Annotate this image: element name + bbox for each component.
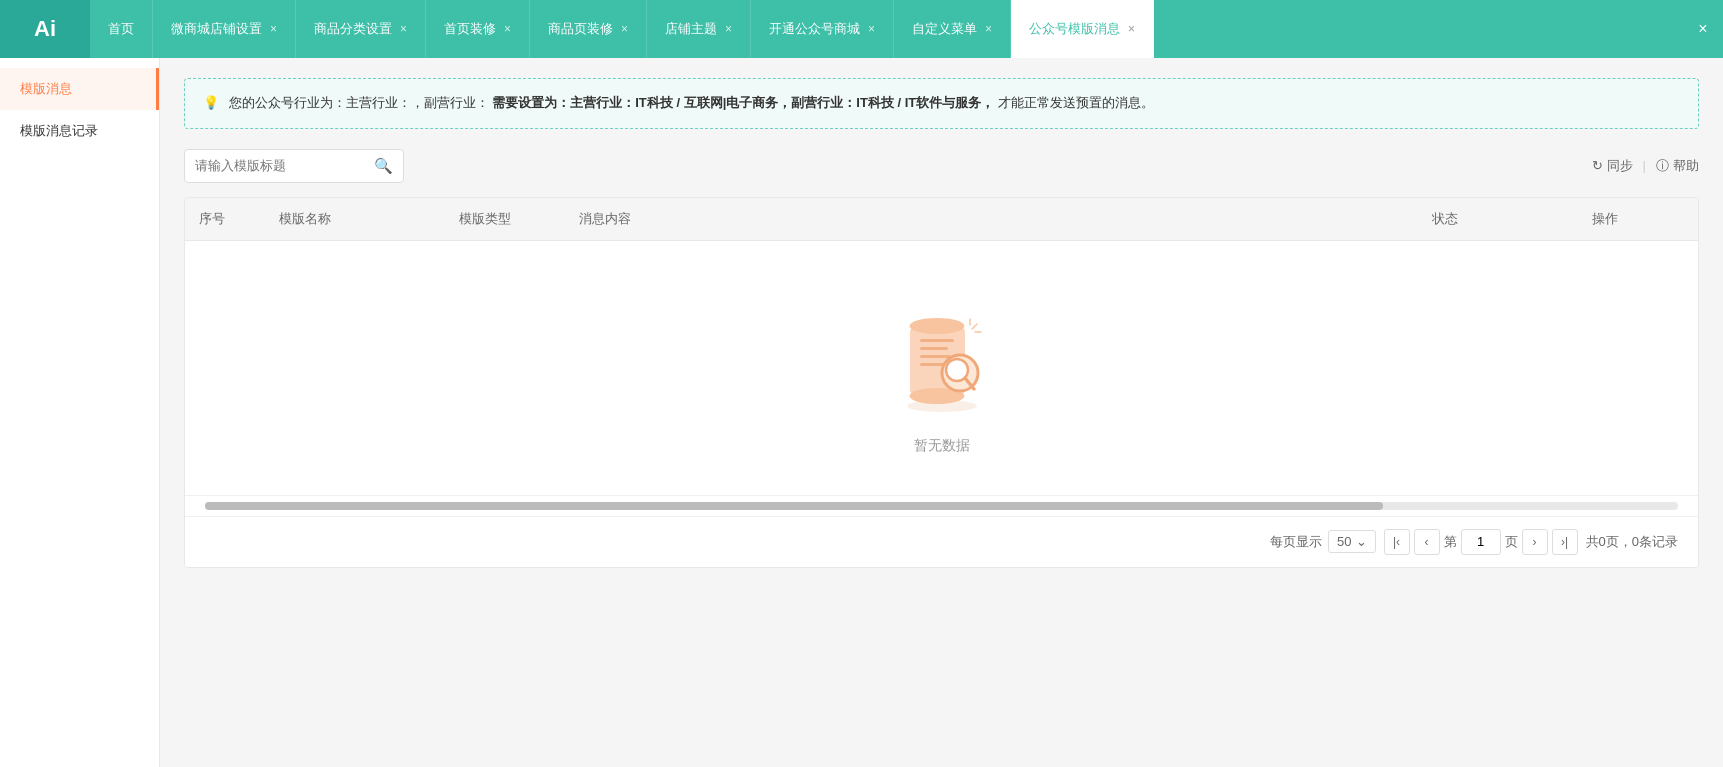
th-name: 模版名称 xyxy=(265,198,445,240)
page-size-label: 每页显示 xyxy=(1270,533,1322,551)
tab-category-close[interactable]: × xyxy=(400,22,407,36)
nav-tabs: 首页 微商城店铺设置 × 商品分类设置 × 首页装修 × 商品页装修 × 店铺主… xyxy=(90,0,1683,58)
divider: | xyxy=(1643,158,1646,173)
current-page-input[interactable] xyxy=(1461,529,1501,555)
tab-homepage[interactable]: 首页装修 × xyxy=(426,0,530,58)
th-type: 模版类型 xyxy=(445,198,565,240)
close-all-button[interactable]: × xyxy=(1683,0,1723,58)
prev-page-button[interactable]: ‹ xyxy=(1414,529,1440,555)
sidebar-item-template-record[interactable]: 模版消息记录 xyxy=(0,110,159,152)
tab-weishop[interactable]: 微商城店铺设置 × xyxy=(153,0,296,58)
empty-state: 暂无数据 xyxy=(185,241,1698,495)
th-status: 状态 xyxy=(1418,198,1578,240)
page-label-before: 第 xyxy=(1444,533,1457,551)
search-input-wrap[interactable]: 🔍 xyxy=(184,149,404,183)
tab-template-msg[interactable]: 公众号模版消息 × xyxy=(1011,0,1154,58)
tab-wechat-mall-close[interactable]: × xyxy=(868,22,875,36)
scrollbar-thumb[interactable] xyxy=(205,502,1383,510)
sync-button[interactable]: ↻ 同步 xyxy=(1592,157,1633,175)
tab-home[interactable]: 首页 xyxy=(90,0,153,58)
main-layout: 模版消息 模版消息记录 💡 您的公众号行业为：主营行业：，副营行业： 需要设置为… xyxy=(0,58,1723,767)
tab-homepage-close[interactable]: × xyxy=(504,22,511,36)
page-navigation: |‹ ‹ 第 页 › ›| xyxy=(1384,529,1578,555)
tab-theme[interactable]: 店铺主题 × xyxy=(647,0,751,58)
svg-point-2 xyxy=(909,318,964,334)
scrollbar-area xyxy=(185,495,1698,516)
tab-custom-menu-close[interactable]: × xyxy=(985,22,992,36)
search-left: 🔍 xyxy=(184,149,404,183)
first-page-button[interactable]: |‹ xyxy=(1384,529,1410,555)
page-unit: 页 xyxy=(1505,533,1518,551)
page-size-chevron: ⌄ xyxy=(1356,534,1367,549)
svg-rect-4 xyxy=(920,339,954,342)
tab-product[interactable]: 商品页装修 × xyxy=(530,0,647,58)
search-right: ↻ 同步 | ⓘ 帮助 xyxy=(1592,157,1699,175)
empty-text: 暂无数据 xyxy=(914,437,970,455)
tab-category[interactable]: 商品分类设置 × xyxy=(296,0,426,58)
next-page-button[interactable]: › xyxy=(1522,529,1548,555)
total-info: 共0页，0条记录 xyxy=(1586,533,1678,551)
page-size-value: 50 xyxy=(1337,534,1351,549)
last-page-button[interactable]: ›| xyxy=(1552,529,1578,555)
main-content: 💡 您的公众号行业为：主营行业：，副营行业： 需要设置为：主营行业：IT科技 /… xyxy=(160,58,1723,767)
svg-line-11 xyxy=(972,324,977,329)
search-bar: 🔍 ↻ 同步 | ⓘ 帮助 xyxy=(184,149,1699,183)
th-index: 序号 xyxy=(185,198,265,240)
svg-rect-6 xyxy=(920,355,951,358)
help-button[interactable]: ⓘ 帮助 xyxy=(1656,157,1699,175)
pagination: 每页显示 50 ⌄ |‹ ‹ 第 页 › ›| 共0页，0条记录 xyxy=(185,516,1698,567)
search-icon[interactable]: 🔍 xyxy=(374,157,393,175)
app-logo: Ai xyxy=(0,0,90,58)
tab-product-close[interactable]: × xyxy=(621,22,628,36)
notice-icon: 💡 xyxy=(203,95,219,110)
pagination-select: 每页显示 50 ⌄ xyxy=(1270,530,1375,553)
svg-rect-5 xyxy=(920,347,948,350)
th-content: 消息内容 xyxy=(565,198,1418,240)
notice-box: 💡 您的公众号行业为：主营行业：，副营行业： 需要设置为：主营行业：IT科技 /… xyxy=(184,78,1699,129)
table-header: 序号 模版名称 模版类型 消息内容 状态 操作 xyxy=(185,198,1698,241)
tab-weishop-close[interactable]: × xyxy=(270,22,277,36)
top-navigation: Ai 首页 微商城店铺设置 × 商品分类设置 × 首页装修 × 商品页装修 × … xyxy=(0,0,1723,58)
search-input[interactable] xyxy=(195,158,374,173)
svg-rect-7 xyxy=(920,363,945,366)
scrollbar-track[interactable] xyxy=(205,502,1678,510)
sidebar: 模版消息 模版消息记录 xyxy=(0,58,160,767)
sync-icon: ↻ xyxy=(1592,158,1603,173)
page-size-selector[interactable]: 50 ⌄ xyxy=(1328,530,1375,553)
help-icon: ⓘ xyxy=(1656,157,1669,175)
tab-wechat-mall[interactable]: 开通公众号商城 × xyxy=(751,0,894,58)
sidebar-item-template-msg[interactable]: 模版消息 xyxy=(0,68,159,110)
data-table: 序号 模版名称 模版类型 消息内容 状态 操作 xyxy=(184,197,1699,568)
tab-template-msg-close[interactable]: × xyxy=(1128,22,1135,36)
tab-theme-close[interactable]: × xyxy=(725,22,732,36)
empty-illustration xyxy=(882,301,1002,421)
tab-custom-menu[interactable]: 自定义菜单 × xyxy=(894,0,1011,58)
th-action: 操作 xyxy=(1578,198,1698,240)
